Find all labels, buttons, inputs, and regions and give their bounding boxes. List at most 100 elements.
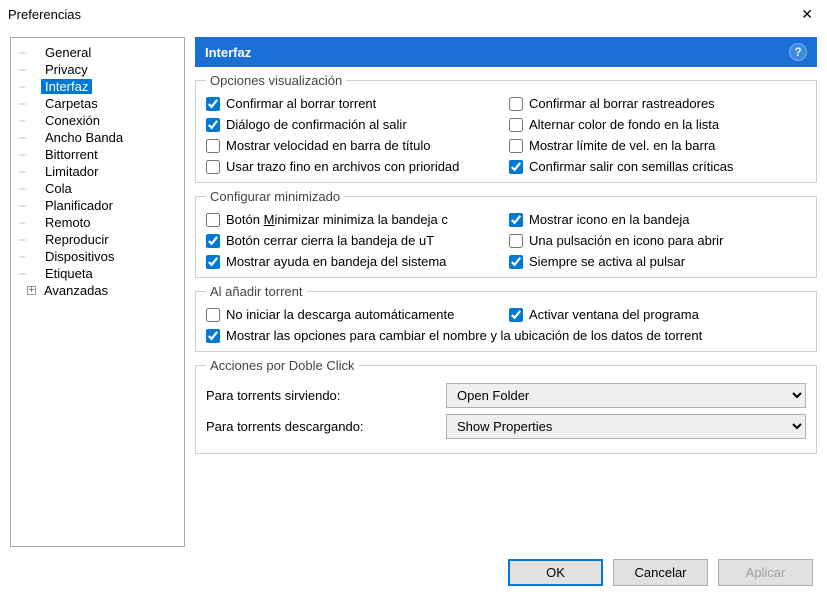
tree-branch-icon: ┈ <box>19 80 41 94</box>
tree-branch-icon: ┈ <box>19 165 41 179</box>
tree-item-label: Remoto <box>41 215 95 230</box>
tree-branch-icon: ┈ <box>19 131 41 145</box>
cancel-button[interactable]: Cancelar <box>613 559 708 586</box>
checkbox[interactable] <box>206 97 220 111</box>
checkbox[interactable] <box>206 118 220 132</box>
expand-icon[interactable]: + <box>27 286 36 295</box>
checkbox-label[interactable]: Confirmar salir con semillas críticas <box>529 159 733 174</box>
checkbox[interactable] <box>509 308 523 322</box>
group-display-options: Opciones visualización Confirmar al borr… <box>195 73 817 183</box>
ok-button[interactable]: OK <box>508 559 603 586</box>
checkbox-label[interactable]: No iniciar la descarga automáticamente <box>226 307 454 322</box>
tree-item-label: Etiqueta <box>41 266 97 281</box>
tree-item-label: Interfaz <box>41 79 92 94</box>
checkbox[interactable] <box>206 234 220 248</box>
tree-branch-icon: ┈ <box>19 114 41 128</box>
panel-title: Interfaz <box>205 45 251 60</box>
checkbox[interactable] <box>206 308 220 322</box>
dblclick-row-1: Para torrents descargando:Show Propertie… <box>206 414 806 439</box>
group-add-torrent: Al añadir torrent No iniciar la descarga… <box>195 284 817 352</box>
tree-branch-icon: ┈ <box>19 267 41 281</box>
tree-item-ancho-banda[interactable]: ┈Ancho Banda <box>15 129 184 146</box>
checkbox-label[interactable]: Confirmar al borrar rastreadores <box>529 96 715 111</box>
check-display-4: Mostrar velocidad en barra de título <box>206 138 503 153</box>
tree-item-label: Carpetas <box>41 96 102 111</box>
tree-item-cola[interactable]: ┈Cola <box>15 180 184 197</box>
tree-item-conexión[interactable]: ┈Conexión <box>15 112 184 129</box>
tree-item-avanzadas[interactable]: + Avanzadas <box>15 282 184 299</box>
panel-header: Interfaz ? <box>195 37 817 67</box>
tree-branch-icon: ┈ <box>19 216 41 230</box>
checkbox-label[interactable]: Activar ventana del programa <box>529 307 699 322</box>
checkbox-label[interactable]: Una pulsación en icono para abrir <box>529 233 723 248</box>
tree-branch-icon: ┈ <box>19 148 41 162</box>
tree-item-interfaz[interactable]: ┈Interfaz <box>15 78 184 95</box>
group-double-click: Acciones por Doble Click Para torrents s… <box>195 358 817 454</box>
dblclick-select-0[interactable]: Open Folder <box>446 383 806 408</box>
checkbox[interactable] <box>206 213 220 227</box>
tree-item-etiqueta[interactable]: ┈Etiqueta <box>15 265 184 282</box>
group-legend: Configurar minimizado <box>206 189 344 204</box>
checkbox[interactable] <box>509 255 523 269</box>
dblclick-label: Para torrents sirviendo: <box>206 388 446 403</box>
check-minimize-2: Botón cerrar cierra la bandeja de uT <box>206 233 503 248</box>
checkbox-label[interactable]: Botón Minimizar minimiza la bandeja c <box>226 212 448 227</box>
check-add-1: Activar ventana del programa <box>509 307 806 322</box>
check-minimize-4: Mostrar ayuda en bandeja del sistema <box>206 254 503 269</box>
apply-button[interactable]: Aplicar <box>718 559 813 586</box>
tree-branch-icon: ┈ <box>19 250 41 264</box>
checkbox-label[interactable]: Mostrar las opciones para cambiar el nom… <box>226 328 702 343</box>
tree-item-privacy[interactable]: ┈Privacy <box>15 61 184 78</box>
close-icon[interactable]: ✕ <box>797 6 817 23</box>
tree-branch-icon: ┈ <box>19 233 41 247</box>
tree-item-label: Dispositivos <box>41 249 118 264</box>
check-add-0: No iniciar la descarga automáticamente <box>206 307 503 322</box>
tree-item-label: Conexión <box>41 113 104 128</box>
tree-item-label: Limitador <box>41 164 102 179</box>
dblclick-label: Para torrents descargando: <box>206 419 446 434</box>
checkbox-label[interactable]: Mostrar ayuda en bandeja del sistema <box>226 254 446 269</box>
checkbox[interactable] <box>509 118 523 132</box>
tree-item-bittorrent[interactable]: ┈Bittorrent <box>15 146 184 163</box>
checkbox[interactable] <box>206 329 220 343</box>
checkbox[interactable] <box>206 160 220 174</box>
group-legend: Al añadir torrent <box>206 284 307 299</box>
checkbox[interactable] <box>206 255 220 269</box>
tree-item-general[interactable]: ┈General <box>15 44 184 61</box>
tree-branch-icon: ┈ <box>19 46 41 60</box>
checkbox-label[interactable]: Diálogo de confirmación al salir <box>226 117 407 132</box>
check-minimize-1: Mostrar icono en la bandeja <box>509 212 806 227</box>
checkbox[interactable] <box>206 139 220 153</box>
tree-item-planificador[interactable]: ┈Planificador <box>15 197 184 214</box>
checkbox-label[interactable]: Siempre se activa al pulsar <box>529 254 685 269</box>
tree-item-limitador[interactable]: ┈Limitador <box>15 163 184 180</box>
checkbox[interactable] <box>509 97 523 111</box>
check-display-0: Confirmar al borrar torrent <box>206 96 503 111</box>
check-display-7: Confirmar salir con semillas críticas <box>509 159 806 174</box>
tree-item-reproducir[interactable]: ┈Reproducir <box>15 231 184 248</box>
checkbox[interactable] <box>509 160 523 174</box>
tree-item-dispositivos[interactable]: ┈Dispositivos <box>15 248 184 265</box>
group-minimize-config: Configurar minimizado Botón Minimizar mi… <box>195 189 817 278</box>
check-add-full: Mostrar las opciones para cambiar el nom… <box>206 328 806 343</box>
dblclick-select-1[interactable]: Show Properties <box>446 414 806 439</box>
checkbox-label[interactable]: Usar trazo fino en archivos con priorida… <box>226 159 459 174</box>
checkbox-label[interactable]: Mostrar límite de vel. en la barra <box>529 138 715 153</box>
check-minimize-3: Una pulsación en icono para abrir <box>509 233 806 248</box>
checkbox[interactable] <box>509 139 523 153</box>
help-icon[interactable]: ? <box>789 43 807 61</box>
tree-item-label: Cola <box>41 181 76 196</box>
checkbox-label[interactable]: Botón cerrar cierra la bandeja de uT <box>226 233 434 248</box>
check-minimize-0: Botón Minimizar minimiza la bandeja c <box>206 212 503 227</box>
checkbox-label[interactable]: Alternar color de fondo en la lista <box>529 117 719 132</box>
tree-item-carpetas[interactable]: ┈Carpetas <box>15 95 184 112</box>
checkbox-label[interactable]: Confirmar al borrar torrent <box>226 96 376 111</box>
checkbox[interactable] <box>509 213 523 227</box>
tree-item-remoto[interactable]: ┈Remoto <box>15 214 184 231</box>
tree-item-label: Ancho Banda <box>41 130 127 145</box>
tree-item-label: General <box>41 45 95 60</box>
checkbox-label[interactable]: Mostrar icono en la bandeja <box>529 212 689 227</box>
tree-item-label: Avanzadas <box>40 283 112 298</box>
checkbox[interactable] <box>509 234 523 248</box>
checkbox-label[interactable]: Mostrar velocidad en barra de título <box>226 138 431 153</box>
